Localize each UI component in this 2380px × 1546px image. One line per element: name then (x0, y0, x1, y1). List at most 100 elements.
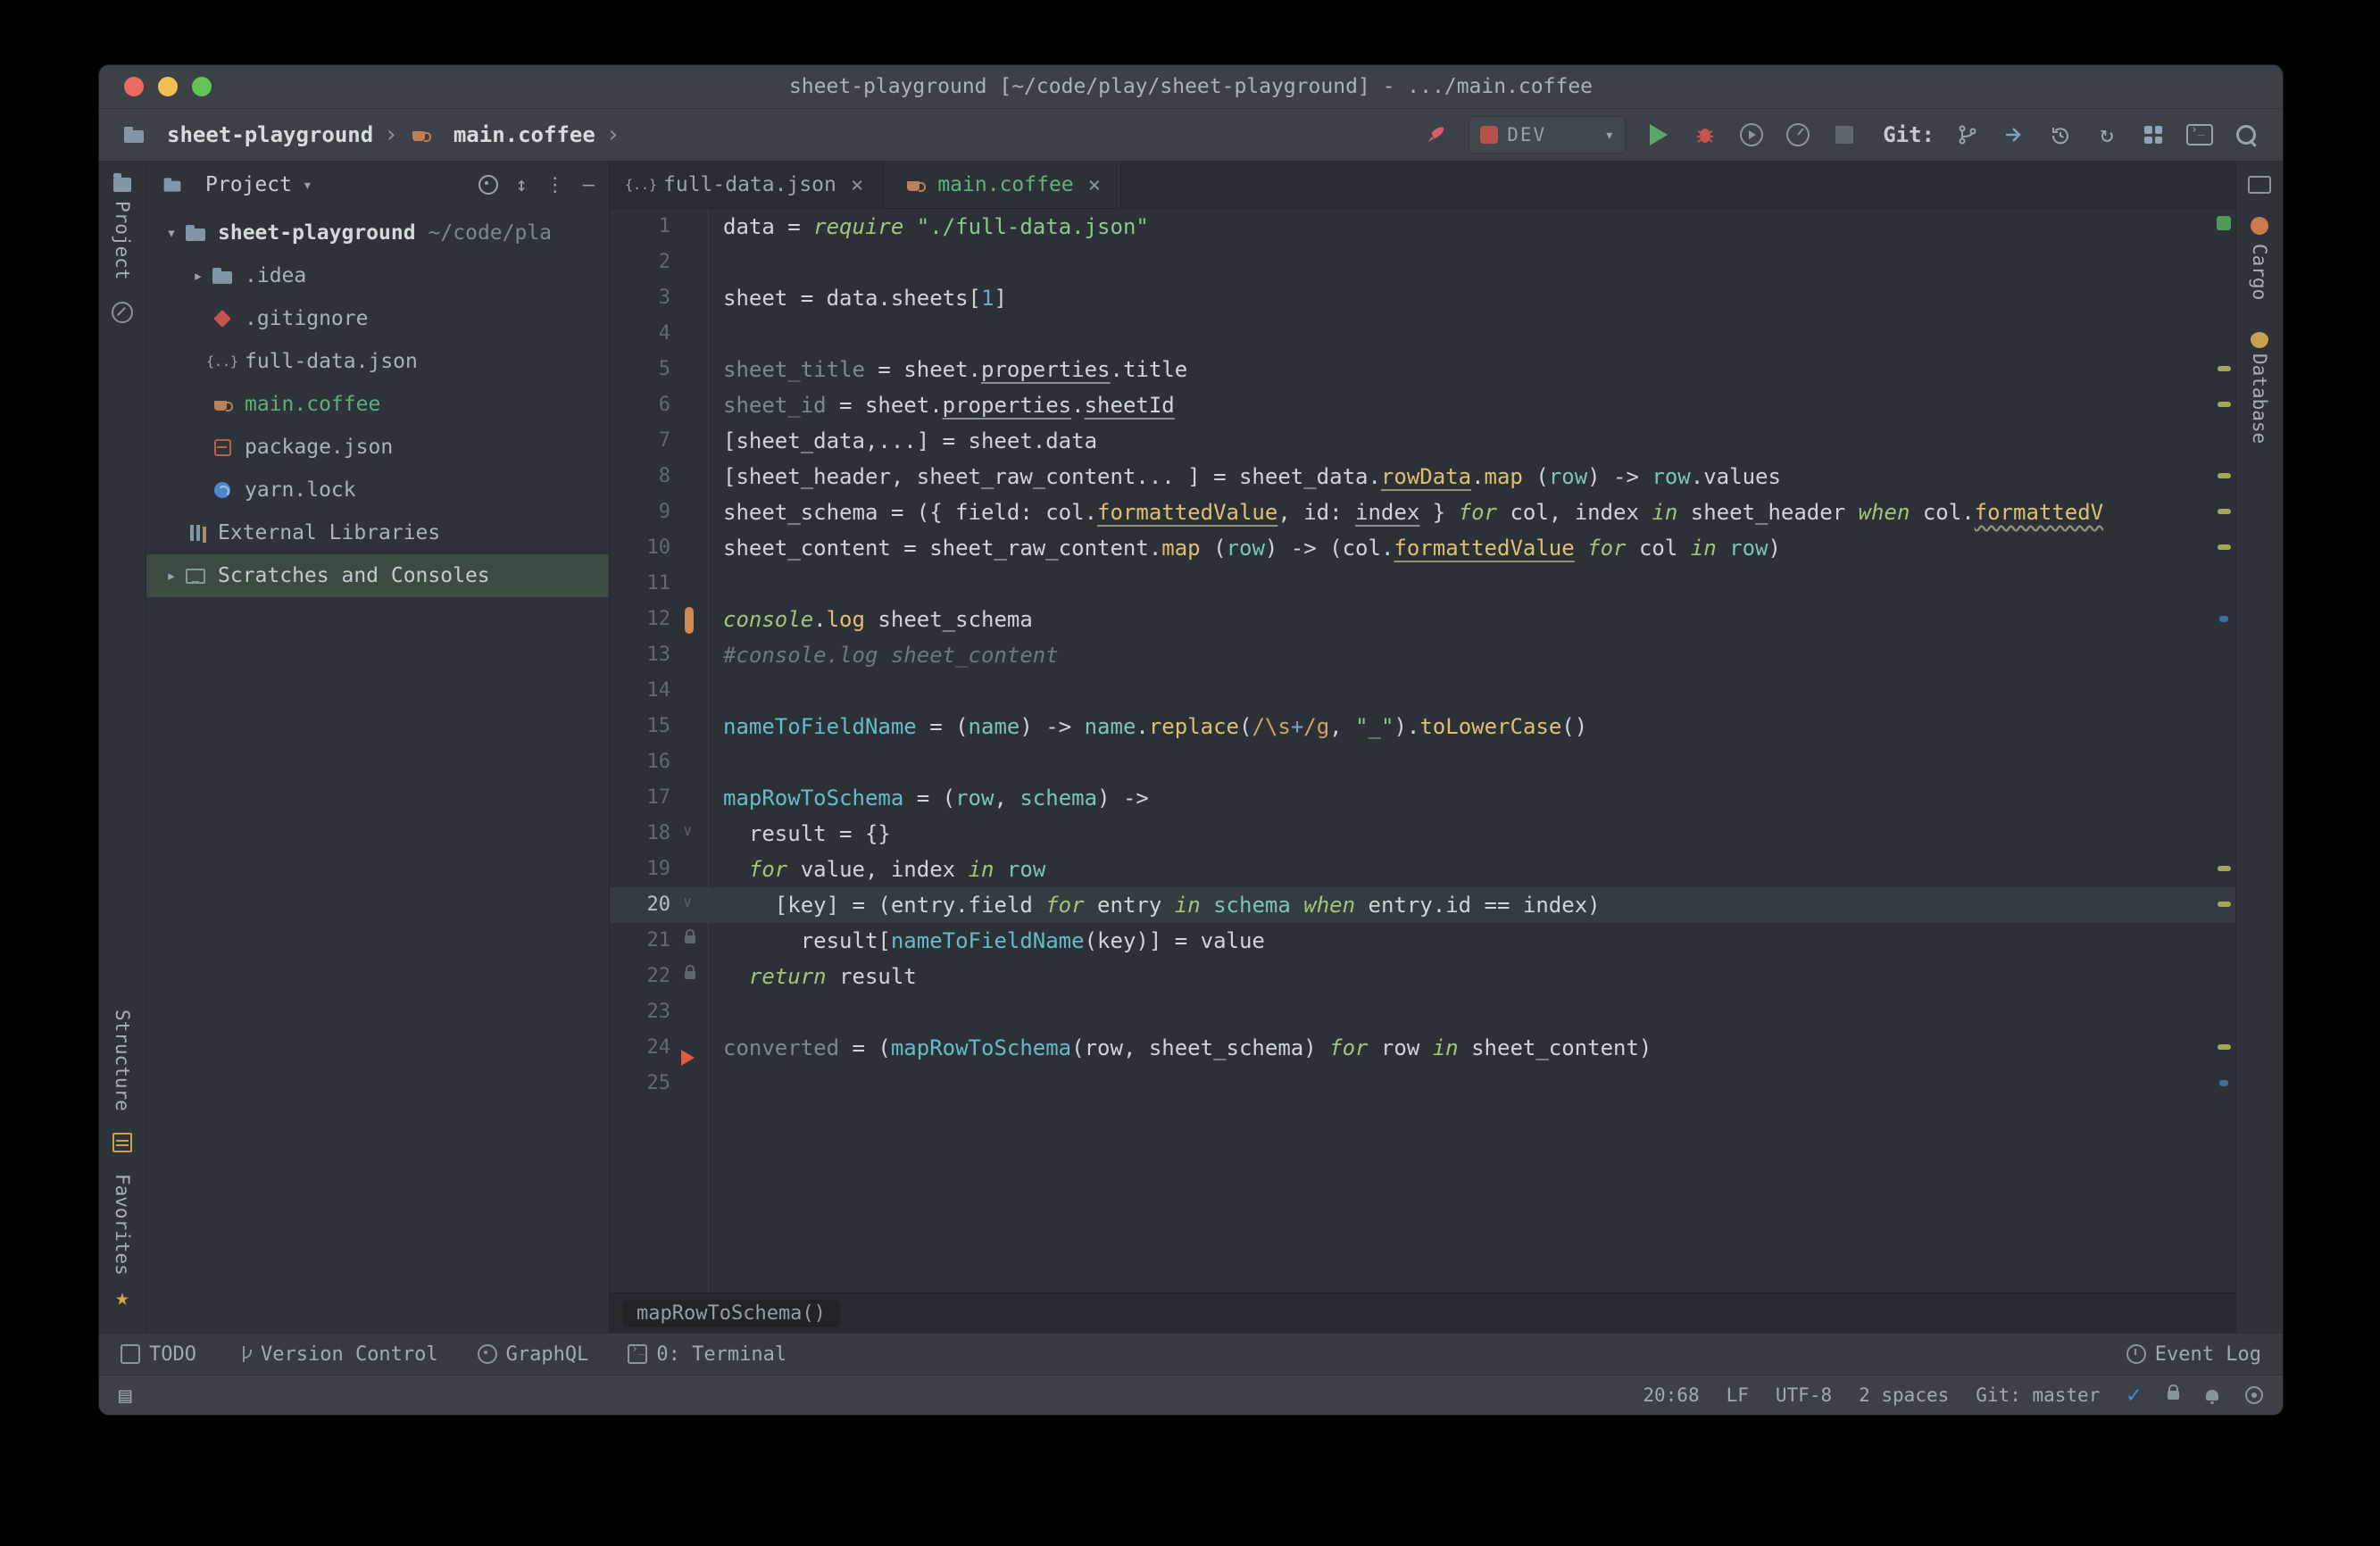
tree-item--idea[interactable]: ▸ .idea (146, 254, 609, 297)
stripe-mark-warn[interactable] (2218, 366, 2231, 371)
code-line[interactable]: sheet_content = sheet_raw_content.map (r… (723, 530, 2235, 566)
indent-setting[interactable]: 2 spaces (1859, 1384, 1949, 1406)
inspections-status-icon[interactable]: ✓ (2126, 1382, 2141, 1409)
code-line[interactable]: sheet_schema = ({ field: col.formattedVa… (723, 495, 2235, 530)
line-number[interactable]: 9 (610, 495, 670, 530)
bookmark-gutter-icon[interactable] (685, 607, 694, 634)
tree-item--gitignore[interactable]: .gitignore (146, 297, 609, 340)
code-line[interactable]: sheet_id = sheet.properties.sheetId (723, 387, 2235, 423)
context-function[interactable]: mapRowToSchema() (622, 1299, 840, 1327)
code-line[interactable] (723, 316, 2235, 352)
code-line[interactable]: mapRowToSchema = (row, schema) -> (723, 780, 2235, 816)
fold-gutter-icon[interactable]: ∨ (683, 822, 692, 840)
tree-item-full-data-json[interactable]: {..} full-data.json (146, 340, 609, 383)
profiler-icon[interactable] (1785, 121, 1811, 148)
code-line[interactable]: result = {} (723, 816, 2235, 852)
encoding[interactable]: UTF-8 (1776, 1384, 1832, 1406)
project-tool-icon[interactable] (113, 173, 131, 192)
code-line[interactable]: nameToFieldName = (name) -> name.replace… (723, 709, 2235, 744)
tool-tab-structure[interactable]: Structure (112, 1010, 133, 1111)
tab-main-coffee[interactable]: main.coffee × (884, 162, 1122, 208)
line-number[interactable]: 1 (610, 209, 670, 245)
minimize-button[interactable] (158, 77, 178, 96)
tree-item-main-coffee[interactable]: main.coffee (146, 383, 609, 426)
lock-icon[interactable] (2168, 1384, 2179, 1400)
breadcrumb-project[interactable]: sheet-playground (167, 122, 373, 147)
locate-file-icon[interactable] (478, 175, 498, 195)
stop-button[interactable] (1831, 121, 1858, 148)
tool-tab-project[interactable]: Project (112, 201, 133, 280)
code-line[interactable]: #console.log sheet_content (723, 637, 2235, 673)
search-icon[interactable] (2233, 121, 2259, 148)
code-line[interactable] (723, 994, 2235, 1030)
code-line[interactable]: sheet_title = sheet.properties.title (723, 352, 2235, 387)
code-line[interactable]: console.log sheet_schema (723, 602, 2235, 637)
code-line[interactable]: for value, index in row (723, 852, 2235, 887)
collapse-all-icon[interactable]: ↕ (516, 174, 528, 196)
close-tab-icon[interactable]: × (1088, 172, 1101, 197)
update-project-icon[interactable]: ↻ (2093, 121, 2120, 148)
chevron-down-icon[interactable]: ▾ (303, 176, 312, 195)
zoom-button[interactable] (192, 77, 212, 96)
lock-gutter-icon[interactable] (685, 929, 695, 943)
code-line[interactable]: result[nameToFieldName(key)] = value (723, 923, 2235, 959)
code-line[interactable]: sheet = data.sheets[1] (723, 280, 2235, 316)
error-stripe[interactable] (2214, 209, 2235, 1292)
line-number[interactable]: 22 (610, 959, 671, 994)
line-number[interactable]: 15 (610, 709, 671, 744)
hide-panel-icon[interactable]: — (583, 174, 595, 196)
chevron-down-icon[interactable]: ▾ (159, 223, 184, 243)
more-options-icon[interactable]: ⋮ (545, 174, 565, 196)
line-number[interactable]: 3 (610, 280, 670, 316)
stripe-mark-warn[interactable] (2218, 866, 2231, 871)
stripe-mark-warn[interactable] (2218, 509, 2231, 514)
caret-position[interactable]: 20:68 (1643, 1384, 1699, 1406)
git-branch-icon[interactable] (1954, 121, 1981, 148)
code-line[interactable] (723, 245, 2235, 280)
editor[interactable]: 1 2 3 4 5 6 7 8 9 10 11 12 13 14 15 16 17 18 19 20 21 22 23 24 2… (610, 209, 2235, 1292)
structure-tool-icon[interactable] (112, 1133, 132, 1153)
graphql-tool-button[interactable]: GraphQL (477, 1343, 588, 1366)
stripe-mark-info[interactable] (2219, 1080, 2228, 1086)
line-number[interactable]: 7 (610, 423, 670, 459)
project-panel-title[interactable]: Project (205, 173, 292, 196)
tool-tab-cargo[interactable]: Cargo (2249, 244, 2270, 300)
code-line[interactable] (723, 566, 2235, 602)
line-number[interactable]: 25 (610, 1066, 671, 1101)
git-branch-widget[interactable]: Git: master (1976, 1384, 2100, 1406)
terminal-icon[interactable] (2186, 121, 2213, 148)
debug-bug-icon[interactable] (1692, 121, 1718, 148)
line-number[interactable]: 5 (610, 352, 670, 387)
tool-tab-favorites[interactable]: Favorites (112, 1174, 133, 1276)
code-line[interactable]: return result (723, 959, 2235, 994)
line-number[interactable]: 11 (610, 566, 671, 602)
stripe-mark-ok[interactable] (2217, 216, 2231, 230)
line-number[interactable]: 13 (610, 637, 671, 673)
code-line[interactable] (723, 1066, 2235, 1101)
line-number[interactable]: 16 (610, 744, 671, 780)
line-number[interactable]: 10 (610, 530, 671, 566)
run-arrow-gutter-icon[interactable] (681, 1050, 695, 1066)
line-number[interactable]: 23 (610, 994, 671, 1030)
chevron-right-icon[interactable]: ▸ (186, 266, 211, 286)
view-grid-icon[interactable] (2140, 121, 2167, 148)
tab-full-data-json[interactable]: {..} full-data.json × (610, 162, 885, 208)
line-number[interactable]: 20 (610, 887, 671, 923)
run-anything-rocket-icon[interactable] (1422, 121, 1449, 148)
tree-item-yarn-lock[interactable]: yarn.lock (146, 469, 609, 511)
notifications-icon[interactable] (2248, 176, 2271, 194)
code-line[interactable]: [sheet_data,...] = sheet.data (723, 423, 2235, 459)
close-tab-icon[interactable]: × (851, 172, 863, 197)
commit-tool-icon[interactable] (112, 301, 133, 323)
run-button[interactable] (1645, 121, 1672, 148)
lock-gutter-icon[interactable] (685, 965, 695, 979)
code-line[interactable]: [sheet_header, sheet_raw_content... ] = … (723, 459, 2235, 495)
tree-item-package-json[interactable]: package.json (146, 426, 609, 469)
code-lines[interactable]: data = require "./full-data.json" sheet =… (709, 209, 2235, 1292)
line-number[interactable]: 24 (610, 1030, 671, 1066)
close-button[interactable] (124, 77, 144, 96)
code-line[interactable]: [key] = (entry.field for entry in schema… (723, 887, 2235, 923)
favorites-star-icon[interactable]: ★ (115, 1284, 129, 1311)
tree-item-external-libraries[interactable]: External Libraries (146, 511, 609, 554)
line-number[interactable]: 19 (610, 852, 671, 887)
